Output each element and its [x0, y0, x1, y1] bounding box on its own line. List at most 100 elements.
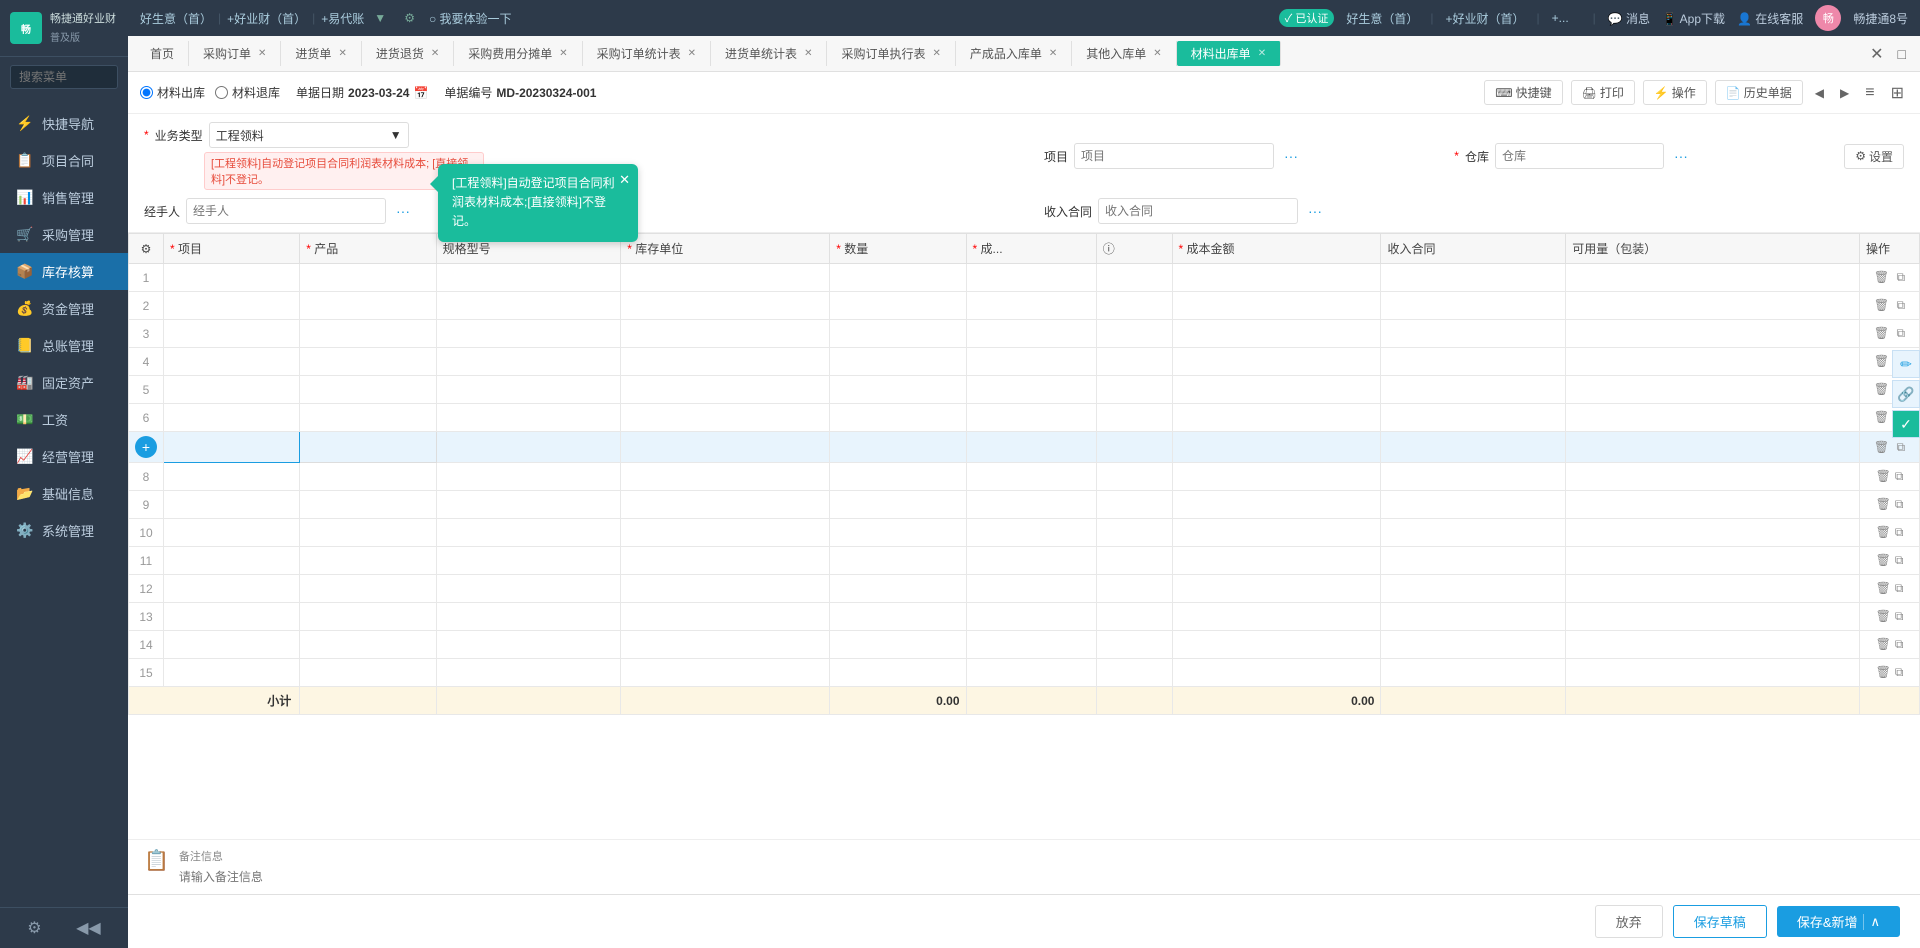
- view-toggle-btn[interactable]: ≡: [1861, 82, 1878, 104]
- income-contract-dots-btn[interactable]: ···: [1308, 203, 1322, 219]
- sidebar-item-project[interactable]: 📋 项目合同: [0, 142, 128, 179]
- shortcut-key-btn[interactable]: ⌨ 快捷键: [1484, 80, 1562, 105]
- operation-btn[interactable]: ⚡ 操作: [1643, 80, 1707, 105]
- delete-row-icon[interactable]: 🗑: [1876, 637, 1891, 651]
- cell-income-contract[interactable]: [1381, 264, 1566, 292]
- calendar-icon[interactable]: 📅: [413, 86, 428, 100]
- cell-product[interactable]: [300, 348, 436, 376]
- cell-qty[interactable]: [830, 292, 966, 320]
- notes-input[interactable]: [179, 868, 1904, 886]
- cell-project[interactable]: [164, 264, 300, 292]
- active-cell-cost-amount[interactable]: [1172, 432, 1381, 463]
- delete-row-icon[interactable]: 🗑: [1876, 525, 1891, 539]
- nav-prev-btn[interactable]: ◀: [1811, 84, 1828, 102]
- cell-cost-amount[interactable]: [1172, 348, 1381, 376]
- delete-row-icon[interactable]: 🗑: [1874, 326, 1889, 340]
- cell-spec[interactable]: [436, 264, 621, 292]
- tab-home[interactable]: 首页: [136, 41, 189, 66]
- cell-income-contract[interactable]: [1381, 376, 1566, 404]
- cell-spec[interactable]: [436, 376, 621, 404]
- view-toggle-grid-btn[interactable]: ⊞: [1887, 81, 1908, 105]
- tab-purchase-order[interactable]: 采购订单✕: [189, 41, 281, 66]
- sidebar-item-quick[interactable]: ⚡ 快捷导航: [0, 105, 128, 142]
- cell-available[interactable]: [1566, 376, 1860, 404]
- topbar-right-more[interactable]: +...: [1552, 11, 1569, 25]
- handler-input[interactable]: [186, 198, 386, 224]
- copy-row-icon[interactable]: ⧉: [1897, 270, 1906, 284]
- copy-row-icon[interactable]: ⧉: [1895, 581, 1904, 595]
- save-dropdown-arrow[interactable]: ∧: [1863, 914, 1880, 930]
- cell-cost[interactable]: [966, 404, 1096, 432]
- print-btn[interactable]: 🖨 打印: [1571, 80, 1635, 105]
- copy-row-icon[interactable]: ⧉: [1897, 326, 1906, 340]
- cell-cost-amount[interactable]: [1172, 376, 1381, 404]
- copy-row-icon[interactable]: ⧉: [1895, 497, 1904, 511]
- radio-material-issue[interactable]: 材料出库: [140, 84, 205, 101]
- cell-project[interactable]: [164, 348, 300, 376]
- cell-available[interactable]: [1566, 404, 1860, 432]
- table-settings-icon[interactable]: ⚙: [129, 234, 164, 264]
- business-type-select[interactable]: 工程领料 ▼: [209, 122, 409, 148]
- cell-qty[interactable]: [830, 376, 966, 404]
- copy-row-icon[interactable]: ⧉: [1895, 637, 1904, 651]
- message-link[interactable]: 💬 消息: [1608, 10, 1650, 27]
- sidebar-item-basic[interactable]: 📂 基础信息: [0, 475, 128, 512]
- sidebar-item-salary[interactable]: 💵 工资: [0, 401, 128, 438]
- cell-cost[interactable]: [966, 320, 1096, 348]
- tab-close-window-icon[interactable]: ✕: [1862, 44, 1891, 64]
- cell-cost-amount[interactable]: [1172, 320, 1381, 348]
- cell-spec[interactable]: [436, 348, 621, 376]
- sidebar-item-sales[interactable]: 📊 销售管理: [0, 179, 128, 216]
- delete-row-icon[interactable]: 🗑: [1874, 354, 1889, 368]
- cell-spec[interactable]: [436, 320, 621, 348]
- cell-qty[interactable]: [830, 404, 966, 432]
- cell-unit[interactable]: [621, 320, 830, 348]
- topbar-right-link2[interactable]: +好业财（首）: [1446, 10, 1525, 27]
- collapse-icon[interactable]: ◀◀: [76, 918, 101, 938]
- settings-icon[interactable]: ⚙: [27, 918, 41, 938]
- active-cell-qty[interactable]: [830, 432, 966, 463]
- delete-row-icon[interactable]: 🗑: [1874, 440, 1889, 454]
- tab-purchase-exec[interactable]: 采购订单执行表✕: [827, 41, 955, 66]
- cell-product[interactable]: [300, 404, 436, 432]
- cell-product[interactable]: [300, 320, 436, 348]
- copy-row-icon[interactable]: ⧉: [1895, 665, 1904, 679]
- cell-income-contract[interactable]: [1381, 292, 1566, 320]
- warehouse-dots-btn[interactable]: ···: [1674, 148, 1688, 164]
- sidebar-item-purchase[interactable]: 🛒 采购管理: [0, 216, 128, 253]
- delete-row-icon[interactable]: 🗑: [1876, 609, 1891, 623]
- cell-cost[interactable]: [966, 292, 1096, 320]
- tab-goods-receipt[interactable]: 进货单✕: [281, 41, 361, 66]
- delete-row-icon[interactable]: 🗑: [1876, 665, 1891, 679]
- right-icon-edit[interactable]: ✏: [1892, 350, 1920, 378]
- topbar-link-agency[interactable]: +易代账: [321, 10, 364, 27]
- tab-goods-stats[interactable]: 进货单统计表✕: [711, 41, 827, 66]
- cell-cost-amount[interactable]: [1172, 404, 1381, 432]
- delete-row-icon[interactable]: 🗑: [1874, 410, 1889, 424]
- cell-product[interactable]: [300, 376, 436, 404]
- delete-row-icon[interactable]: 🗑: [1874, 298, 1889, 312]
- cell-project[interactable]: [164, 376, 300, 404]
- nav-next-btn[interactable]: ▶: [1836, 84, 1853, 102]
- cell-project[interactable]: [164, 404, 300, 432]
- sidebar-item-system[interactable]: ⚙️ 系统管理: [0, 512, 128, 549]
- add-row-btn[interactable]: +: [135, 436, 157, 458]
- save-new-btn[interactable]: 保存&新增 ∧: [1777, 906, 1900, 937]
- tab-purchase-stats[interactable]: 采购订单统计表✕: [583, 41, 711, 66]
- topbar-experience-link[interactable]: ○ 我要体验一下: [429, 10, 512, 27]
- cell-unit[interactable]: [621, 348, 830, 376]
- cell-spec[interactable]: [436, 404, 621, 432]
- topbar-link-finance[interactable]: +好业财（首）: [227, 10, 306, 27]
- delete-row-icon[interactable]: 🗑: [1876, 553, 1891, 567]
- cell-qty[interactable]: [830, 348, 966, 376]
- cell-available[interactable]: [1566, 320, 1860, 348]
- app-download-link[interactable]: 📱 App下载: [1662, 10, 1725, 27]
- tab-goods-return[interactable]: 进货退货✕: [362, 41, 454, 66]
- active-cell-product[interactable]: [300, 432, 436, 463]
- tab-product-receipt[interactable]: 产成品入库单✕: [956, 41, 1072, 66]
- delete-row-icon[interactable]: 🗑: [1876, 469, 1891, 483]
- handler-dots-btn[interactable]: ···: [396, 203, 410, 219]
- copy-row-icon[interactable]: ⧉: [1897, 298, 1906, 312]
- copy-row-icon[interactable]: ⧉: [1895, 553, 1904, 567]
- delete-row-icon[interactable]: 🗑: [1874, 270, 1889, 284]
